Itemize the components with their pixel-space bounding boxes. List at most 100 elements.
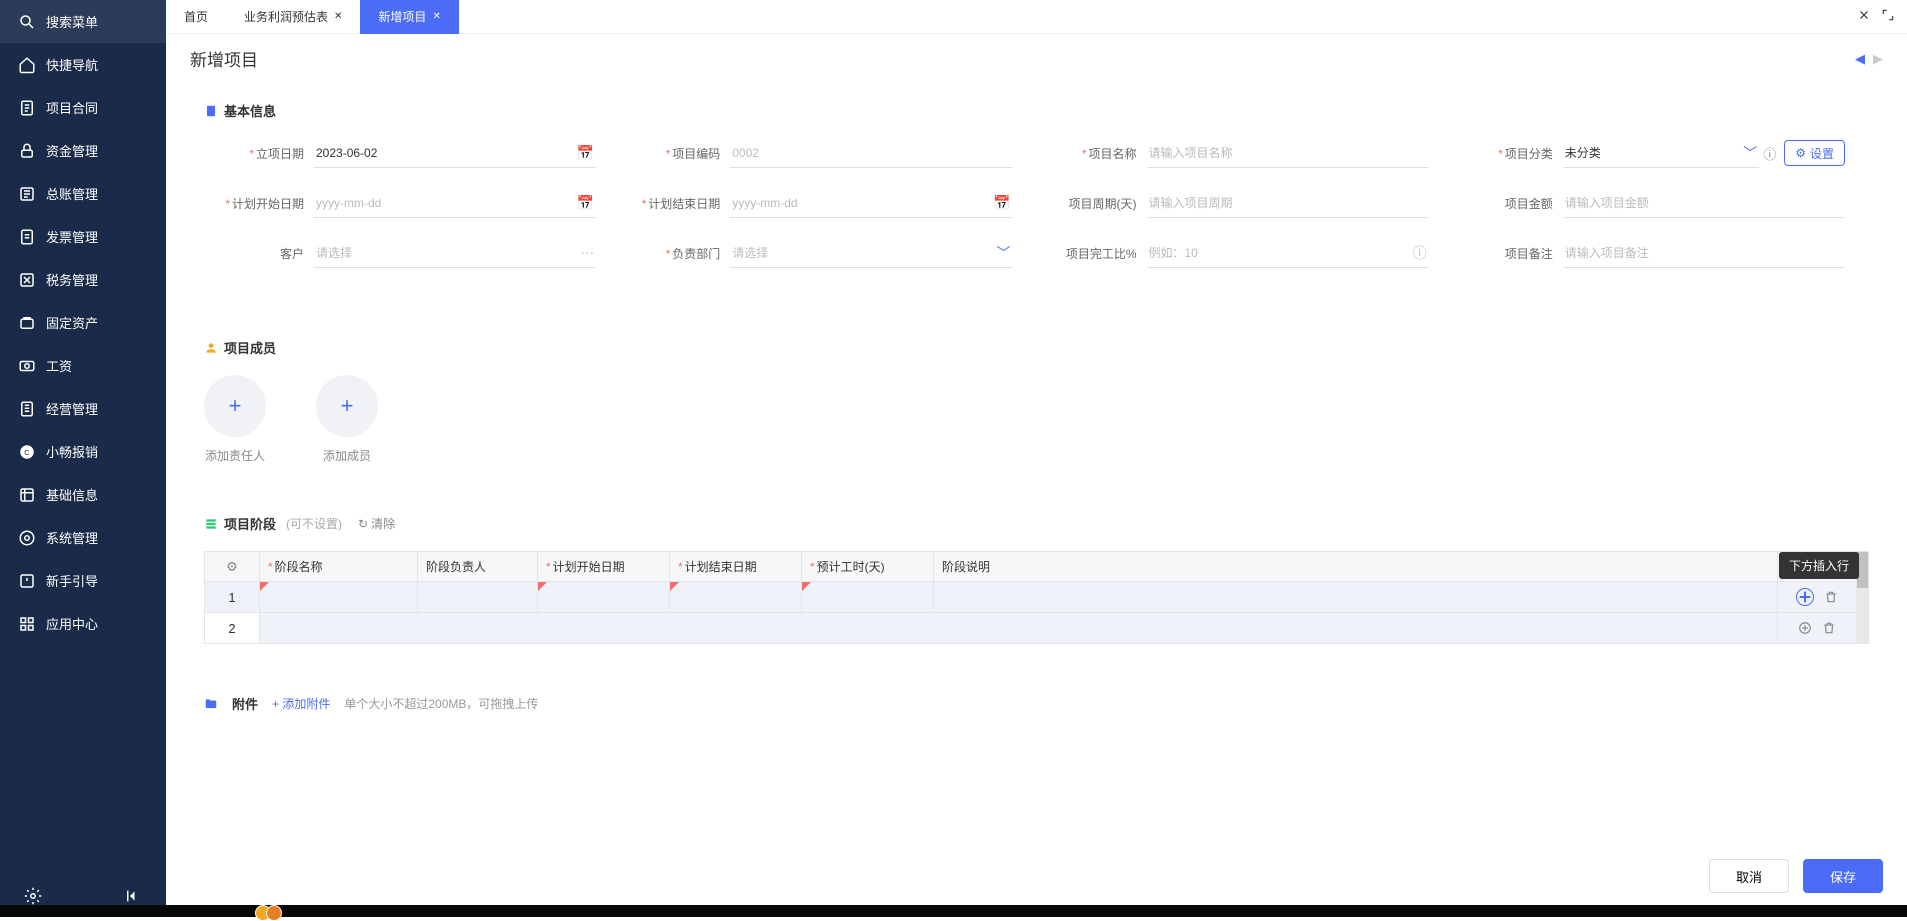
- guide-icon: [18, 572, 36, 590]
- help-icon[interactable]: ⓘ: [1413, 243, 1427, 263]
- customer-select[interactable]: [314, 238, 596, 268]
- sidebar-item-reimburse[interactable]: C 小畅报销: [0, 430, 166, 473]
- collapse-icon[interactable]: [124, 887, 142, 905]
- calendar-icon[interactable]: 📅: [577, 195, 594, 212]
- prev-icon[interactable]: ◀: [1855, 51, 1865, 67]
- close-icon[interactable]: ✕: [334, 11, 342, 22]
- calendar-icon[interactable]: 📅: [577, 145, 594, 162]
- more-icon[interactable]: ⋯: [580, 245, 594, 262]
- sidebar-item-label: 应用中心: [46, 614, 98, 633]
- delete-row-icon[interactable]: [1822, 621, 1836, 635]
- svg-text:C: C: [24, 448, 30, 457]
- gear-icon: ⚙: [1795, 146, 1806, 160]
- col-hours: 预计工时(天): [817, 558, 885, 575]
- plan-end-input[interactable]: [730, 188, 1012, 218]
- label-name: 项目名称: [1088, 147, 1136, 161]
- plan-start-input[interactable]: [314, 188, 596, 218]
- remark-input[interactable]: [1563, 238, 1845, 268]
- sidebar-item-biz[interactable]: 经营管理: [0, 387, 166, 430]
- label-dept: 负责部门: [672, 247, 720, 261]
- taskbar: [0, 905, 1907, 917]
- insert-row-icon[interactable]: [1796, 588, 1814, 606]
- label-plan-end: 计划结束日期: [648, 197, 720, 211]
- label-date: 立项日期: [256, 147, 304, 161]
- name-input[interactable]: [1147, 138, 1429, 168]
- help-icon[interactable]: ⓘ: [1763, 144, 1776, 163]
- chevron-down-icon[interactable]: ﹀: [1743, 143, 1757, 163]
- label-amount: 项目金额: [1505, 197, 1553, 211]
- label-category: 项目分类: [1505, 147, 1553, 161]
- expand-icon[interactable]: [1881, 8, 1895, 22]
- sidebar-item-home[interactable]: 快捷导航: [0, 43, 166, 86]
- asset-icon: [18, 314, 36, 332]
- code-input[interactable]: [730, 138, 1012, 168]
- doc-icon: [18, 99, 36, 117]
- lock-icon: [18, 142, 36, 160]
- sidebar: 搜索菜单快捷导航项目合同资金管理总账管理发票管理税务管理固定资产工资经营管理 C 小…: [0, 0, 166, 917]
- save-button[interactable]: 保存: [1803, 859, 1883, 893]
- sidebar-item-salary[interactable]: 工资: [0, 344, 166, 387]
- info-icon: [18, 486, 36, 504]
- amount-input[interactable]: [1563, 188, 1845, 218]
- add-owner-button[interactable]: + 添加责任人: [204, 375, 266, 464]
- sidebar-item-system[interactable]: 系统管理: [0, 516, 166, 559]
- tab-0[interactable]: 首页: [166, 0, 226, 34]
- basic-info-card: 基本信息 *立项日期 📅 *项目编码 *项目名称: [180, 83, 1893, 306]
- apps-icon: [18, 615, 36, 633]
- sidebar-item-info[interactable]: 基础信息: [0, 473, 166, 516]
- setting-button[interactable]: ⚙设置: [1784, 140, 1845, 166]
- gear-icon[interactable]: ⚙: [205, 552, 260, 581]
- folder-icon: [204, 697, 218, 711]
- cancel-button[interactable]: 取消: [1709, 859, 1789, 893]
- calendar-icon[interactable]: 📅: [993, 195, 1010, 212]
- insert-row-icon[interactable]: [1798, 621, 1812, 635]
- sidebar-item-lock[interactable]: 资金管理: [0, 129, 166, 172]
- label-period: 项目周期(天): [1069, 197, 1137, 211]
- next-icon[interactable]: ▶: [1873, 51, 1883, 67]
- sidebar-item-apps[interactable]: 应用中心: [0, 602, 166, 645]
- label-customer: 客户: [280, 247, 304, 261]
- col-name: 阶段名称: [275, 558, 323, 575]
- progress-input[interactable]: [1147, 238, 1429, 268]
- add-attachment-button[interactable]: + 添加附件: [272, 695, 330, 712]
- col-start: 计划开始日期: [553, 558, 625, 575]
- date-input[interactable]: [314, 138, 596, 168]
- sidebar-item-search[interactable]: 搜索菜单: [0, 0, 166, 43]
- footer: 取消 保存: [166, 847, 1907, 905]
- sidebar-item-label: 搜索菜单: [46, 12, 98, 31]
- section-title: 基本信息: [224, 101, 276, 120]
- gear-icon[interactable]: [24, 887, 42, 905]
- sidebar-item-ledger[interactable]: 总账管理: [0, 172, 166, 215]
- close-icon[interactable]: ✕: [432, 11, 440, 22]
- period-input[interactable]: [1147, 188, 1429, 218]
- table-row[interactable]: 1 下方插入行: [205, 582, 1856, 613]
- attachment-note: 单个大小不超过200MB，可拖拽上传: [344, 695, 538, 712]
- sidebar-item-label: 快捷导航: [46, 55, 98, 74]
- category-select[interactable]: [1563, 138, 1759, 168]
- tooltip: 下方插入行: [1779, 552, 1859, 579]
- tax-icon: [18, 271, 36, 289]
- doc-icon: [204, 104, 218, 118]
- row-index: 1: [205, 582, 260, 612]
- sidebar-item-label: 税务管理: [46, 270, 98, 289]
- sidebar-item-doc[interactable]: 项目合同: [0, 86, 166, 129]
- attachments-card: 附件 + 添加附件 单个大小不超过200MB，可拖拽上传: [180, 676, 1893, 731]
- dept-select[interactable]: [730, 238, 1012, 268]
- tab-1[interactable]: 业务利润预估表✕: [226, 0, 360, 34]
- sidebar-item-guide[interactable]: 新手引导: [0, 559, 166, 602]
- refresh-icon: ↻: [358, 517, 368, 531]
- table-row[interactable]: 2: [205, 613, 1856, 643]
- delete-row-icon[interactable]: [1824, 590, 1838, 604]
- reimburse-icon: C: [18, 443, 36, 461]
- sidebar-item-label: 小畅报销: [46, 442, 98, 461]
- label-plan-start: 计划开始日期: [232, 197, 304, 211]
- sidebar-item-invoice[interactable]: 发票管理: [0, 215, 166, 258]
- clear-button[interactable]: ↻清除: [358, 515, 395, 532]
- add-member-button[interactable]: + 添加成员: [316, 375, 378, 464]
- tab-2[interactable]: 新增项目✕: [360, 0, 458, 34]
- chevron-down-icon[interactable]: ﹀: [997, 243, 1011, 263]
- close-icon[interactable]: [1857, 8, 1871, 22]
- sidebar-item-asset[interactable]: 固定资产: [0, 301, 166, 344]
- sidebar-item-tax[interactable]: 税务管理: [0, 258, 166, 301]
- sidebar-item-label: 系统管理: [46, 528, 98, 547]
